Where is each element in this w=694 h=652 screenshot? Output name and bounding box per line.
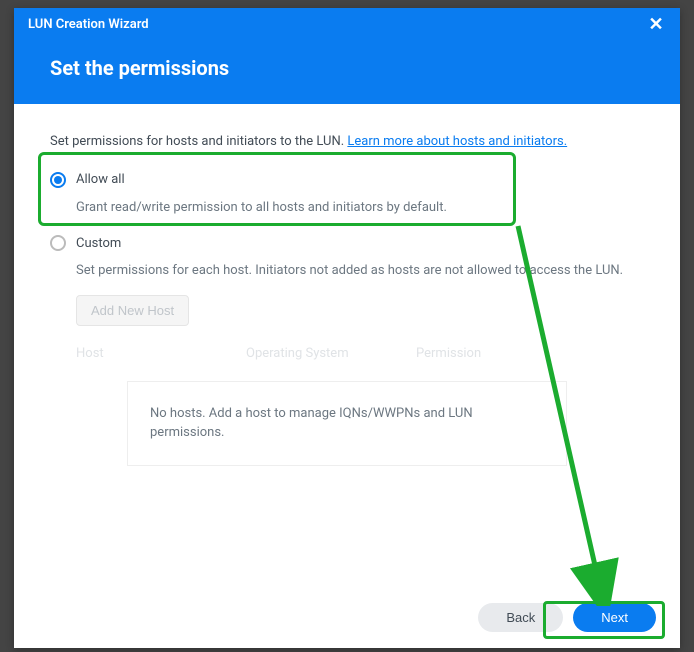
radio-option-custom[interactable]: Custom Set permissions for each host. In… bbox=[50, 235, 644, 326]
radio-row-custom[interactable]: Custom bbox=[50, 235, 644, 251]
learn-more-link[interactable]: Learn more about hosts and initiators. bbox=[347, 134, 567, 149]
intro-text-part: Set permissions for hosts and initiators… bbox=[50, 134, 347, 149]
radio-desc-allow-all: Grant read/write permission to all hosts… bbox=[76, 198, 644, 218]
radio-row-allow-all[interactable]: Allow all bbox=[50, 172, 644, 188]
radio-option-allow-all[interactable]: Allow all Grant read/write permission to… bbox=[50, 172, 644, 218]
radio-label-allow-all: Allow all bbox=[76, 172, 125, 187]
radio-desc-custom: Set permissions for each host. Initiator… bbox=[76, 261, 644, 281]
column-header-host: Host bbox=[76, 346, 246, 361]
wizard-window: LUN Creation Wizard ✕ Set the permission… bbox=[14, 8, 680, 648]
intro-text: Set permissions for hosts and initiators… bbox=[50, 132, 644, 152]
add-new-host-button[interactable]: Add New Host bbox=[76, 295, 189, 326]
column-header-permission: Permission bbox=[416, 346, 644, 361]
content-area: Set permissions for hosts and initiators… bbox=[14, 104, 680, 587]
next-button[interactable]: Next bbox=[573, 603, 656, 632]
radio-input-allow-all[interactable] bbox=[50, 172, 66, 188]
page-title: Set the permissions bbox=[50, 56, 644, 80]
back-button[interactable]: Back bbox=[478, 603, 563, 632]
radio-label-custom: Custom bbox=[76, 236, 121, 251]
hosts-empty-state: No hosts. Add a host to manage IQNs/WWPN… bbox=[127, 381, 567, 466]
column-header-os: Operating System bbox=[246, 346, 416, 361]
title-bar: LUN Creation Wizard ✕ bbox=[14, 8, 680, 40]
permission-radio-group: Allow all Grant read/write permission to… bbox=[50, 172, 644, 326]
window-title: LUN Creation Wizard bbox=[28, 17, 149, 32]
header-section: Set the permissions bbox=[14, 40, 680, 104]
wizard-footer: Back Next bbox=[14, 587, 680, 648]
radio-input-custom[interactable] bbox=[50, 235, 66, 251]
close-icon[interactable]: ✕ bbox=[646, 14, 666, 35]
hosts-table-header: Host Operating System Permission bbox=[76, 346, 644, 361]
